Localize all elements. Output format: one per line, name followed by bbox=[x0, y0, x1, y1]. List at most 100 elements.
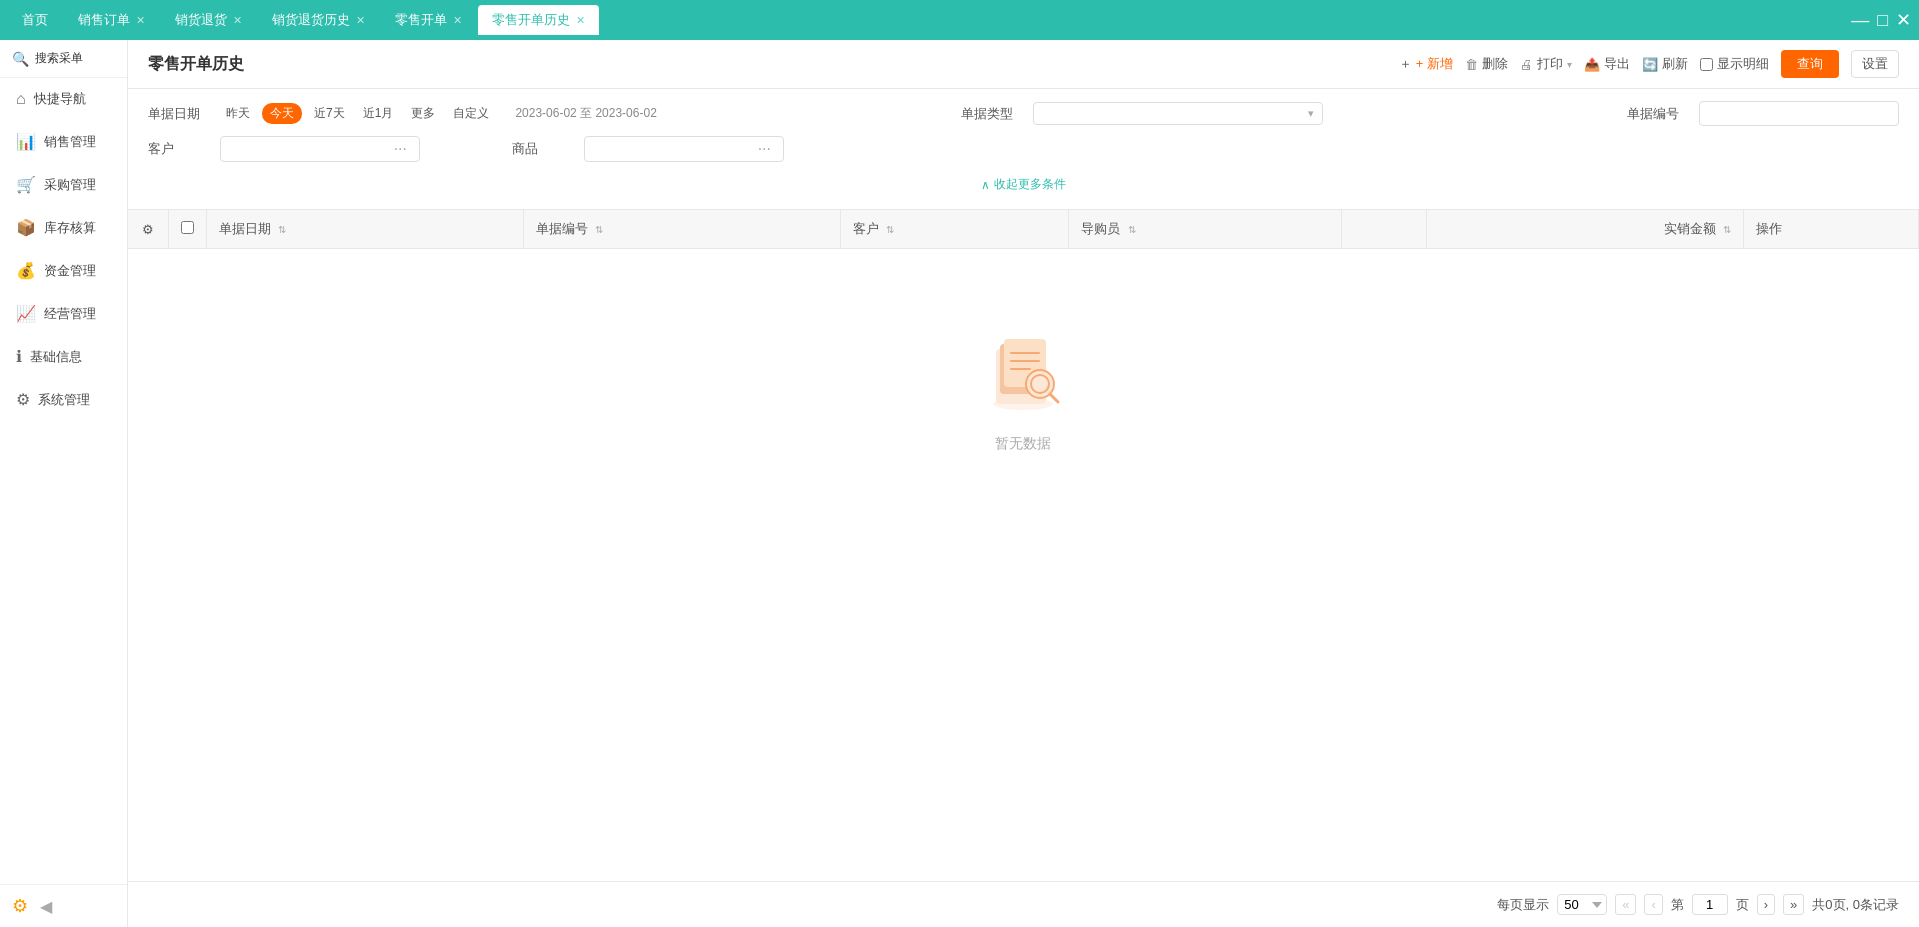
page-number-input[interactable] bbox=[1692, 894, 1728, 915]
sort-amount-icon[interactable]: ⇅ bbox=[1723, 224, 1731, 235]
svg-line-8 bbox=[1050, 394, 1058, 402]
maximize-button[interactable]: □ bbox=[1877, 10, 1888, 31]
tab-close-sales-return-history[interactable]: ✕ bbox=[356, 14, 365, 27]
print-dropdown-icon: ▾ bbox=[1567, 59, 1572, 70]
collapse-filter-button[interactable]: ∧ 收起更多条件 bbox=[981, 176, 1066, 193]
date-today[interactable]: 今天 bbox=[262, 103, 302, 124]
date-more[interactable]: 更多 bbox=[405, 103, 441, 124]
date-7days[interactable]: 近7天 bbox=[308, 103, 351, 124]
finance-icon: 💰 bbox=[16, 261, 36, 280]
sidebar-item-operations[interactable]: 📈 经营管理 bbox=[0, 292, 127, 335]
select-all-checkbox[interactable] bbox=[181, 221, 194, 234]
add-button[interactable]: ＋ + 新增 bbox=[1399, 55, 1453, 73]
date-yesterday[interactable]: 昨天 bbox=[220, 103, 256, 124]
home-icon: ⌂ bbox=[16, 90, 26, 108]
settings-icon[interactable]: ⚙ bbox=[12, 895, 28, 917]
date-options: 昨天 今天 近7天 近1月 更多 自定义 bbox=[220, 103, 495, 124]
sidebar-item-label: 库存核算 bbox=[44, 219, 96, 237]
tab-home[interactable]: 首页 bbox=[8, 5, 62, 35]
window-controls: — □ ✕ bbox=[1851, 9, 1911, 31]
th-checkbox[interactable] bbox=[168, 210, 206, 249]
print-icon: 🖨 bbox=[1520, 57, 1533, 72]
refresh-button[interactable]: 🔄 刷新 bbox=[1642, 55, 1688, 73]
tab-close-retail-order[interactable]: ✕ bbox=[453, 14, 462, 27]
tab-retail-order[interactable]: 零售开单 ✕ bbox=[381, 5, 476, 35]
sidebar: 🔍 搜索采单 ⌂ 快捷导航 📊 销售管理 🛒 采购管理 📦 库存核算 💰 资金管… bbox=[0, 40, 128, 927]
tab-close-sales-order[interactable]: ✕ bbox=[136, 14, 145, 27]
date-1month[interactable]: 近1月 bbox=[357, 103, 400, 124]
next-page-button[interactable]: › bbox=[1757, 894, 1775, 915]
customer-input[interactable]: ··· bbox=[220, 136, 420, 162]
sidebar-item-basics[interactable]: ℹ 基础信息 bbox=[0, 335, 127, 378]
data-table: ⚙ 单据日期 ⇅ 单据编号 ⇅ bbox=[128, 210, 1919, 533]
system-icon: ⚙ bbox=[16, 390, 30, 409]
display-toggle[interactable]: 显示明细 bbox=[1700, 55, 1769, 73]
sidebar-item-purchase[interactable]: 🛒 采购管理 bbox=[0, 163, 127, 206]
empty-state: 暂无数据 bbox=[128, 249, 1919, 533]
inventory-icon: 📦 bbox=[16, 218, 36, 237]
content-area: 零售开单历史 ＋ + 新增 🗑 删除 🖨 打印 ▾ 📤 导出 bbox=[128, 40, 1919, 927]
page-size-label: 每页显示 bbox=[1497, 896, 1549, 914]
th-date: 单据日期 ⇅ bbox=[206, 210, 523, 249]
tab-retail-order-history[interactable]: 零售开单历史 ✕ bbox=[478, 5, 599, 35]
goods-ellipsis-btn[interactable]: ··· bbox=[754, 140, 775, 158]
sort-salesperson-icon[interactable]: ⇅ bbox=[1128, 224, 1136, 235]
sidebar-item-label: 快捷导航 bbox=[34, 90, 86, 108]
date-label: 单据日期 bbox=[148, 105, 204, 123]
print-button[interactable]: 🖨 打印 ▾ bbox=[1520, 55, 1572, 73]
sidebar-item-sales[interactable]: 📊 销售管理 bbox=[0, 120, 127, 163]
tab-close-sales-return[interactable]: ✕ bbox=[233, 14, 242, 27]
settings-filter-button[interactable]: 设置 bbox=[1851, 50, 1899, 78]
tab-sales-return[interactable]: 销货退货 ✕ bbox=[161, 5, 256, 35]
sidebar-search[interactable]: 🔍 搜索采单 bbox=[0, 40, 127, 78]
th-spacer bbox=[1341, 210, 1427, 249]
sales-icon: 📊 bbox=[16, 132, 36, 151]
sidebar-search-label: 搜索采单 bbox=[35, 50, 83, 67]
goods-label: 商品 bbox=[512, 140, 568, 158]
tab-sales-order[interactable]: 销售订单 ✕ bbox=[64, 5, 159, 35]
doc-no-input[interactable] bbox=[1699, 101, 1899, 126]
header-actions: ＋ + 新增 🗑 删除 🖨 打印 ▾ 📤 导出 🔄 bbox=[1399, 50, 1899, 78]
sidebar-item-finance[interactable]: 💰 资金管理 bbox=[0, 249, 127, 292]
empty-state-row: 暂无数据 bbox=[128, 249, 1919, 534]
sidebar-item-quicknav[interactable]: ⌂ 快捷导航 bbox=[0, 78, 127, 120]
last-page-button[interactable]: » bbox=[1783, 894, 1804, 915]
tab-close-retail-order-history[interactable]: ✕ bbox=[576, 14, 585, 27]
table-body: 暂无数据 bbox=[128, 249, 1919, 534]
customer-label: 客户 bbox=[148, 140, 204, 158]
sort-no-icon[interactable]: ⇅ bbox=[595, 224, 603, 235]
sort-customer-icon[interactable]: ⇅ bbox=[886, 224, 894, 235]
pagination: 每页显示 10 20 50 100 « ‹ 第 页 › » 共0页, 0条记录 bbox=[128, 881, 1919, 927]
customer-ellipsis-btn[interactable]: ··· bbox=[390, 140, 411, 158]
export-button[interactable]: 📤 导出 bbox=[1584, 55, 1630, 73]
sidebar-item-inventory[interactable]: 📦 库存核算 bbox=[0, 206, 127, 249]
collapse-row: ∧ 收起更多条件 bbox=[148, 172, 1899, 197]
refresh-icon: 🔄 bbox=[1642, 57, 1658, 72]
search-icon: 🔍 bbox=[12, 51, 29, 67]
tab-sales-return-history[interactable]: 销货退货历史 ✕ bbox=[258, 5, 379, 35]
display-checkbox[interactable] bbox=[1700, 58, 1713, 71]
column-settings-icon[interactable]: ⚙ bbox=[142, 222, 154, 237]
collapse-sidebar-icon[interactable]: ◀ bbox=[40, 897, 52, 916]
page-size-select[interactable]: 10 20 50 100 bbox=[1557, 894, 1607, 915]
delete-button[interactable]: 🗑 删除 bbox=[1465, 55, 1508, 73]
purchase-icon: 🛒 bbox=[16, 175, 36, 194]
prev-page-button[interactable]: ‹ bbox=[1644, 894, 1662, 915]
th-action: 操作 bbox=[1744, 210, 1919, 249]
sort-date-icon[interactable]: ⇅ bbox=[278, 224, 286, 235]
close-button[interactable]: ✕ bbox=[1896, 9, 1911, 31]
sidebar-item-label: 经营管理 bbox=[44, 305, 96, 323]
total-records: 共0页, 0条记录 bbox=[1812, 896, 1899, 914]
empty-state-cell: 暂无数据 bbox=[128, 249, 1919, 534]
minimize-button[interactable]: — bbox=[1851, 10, 1869, 31]
goods-input[interactable]: ··· bbox=[584, 136, 784, 162]
doc-type-select[interactable]: ▾ bbox=[1033, 102, 1323, 125]
filter-row-2: 客户 ··· 商品 ··· bbox=[148, 136, 1899, 162]
doc-no-label: 单据编号 bbox=[1627, 105, 1683, 123]
filter-area: 单据日期 昨天 今天 近7天 近1月 更多 自定义 2023-06-02 至 2… bbox=[128, 89, 1919, 210]
query-button[interactable]: 查询 bbox=[1781, 50, 1839, 78]
th-settings[interactable]: ⚙ bbox=[128, 210, 168, 249]
first-page-button[interactable]: « bbox=[1615, 894, 1636, 915]
date-custom[interactable]: 自定义 bbox=[447, 103, 495, 124]
sidebar-item-system[interactable]: ⚙ 系统管理 bbox=[0, 378, 127, 421]
